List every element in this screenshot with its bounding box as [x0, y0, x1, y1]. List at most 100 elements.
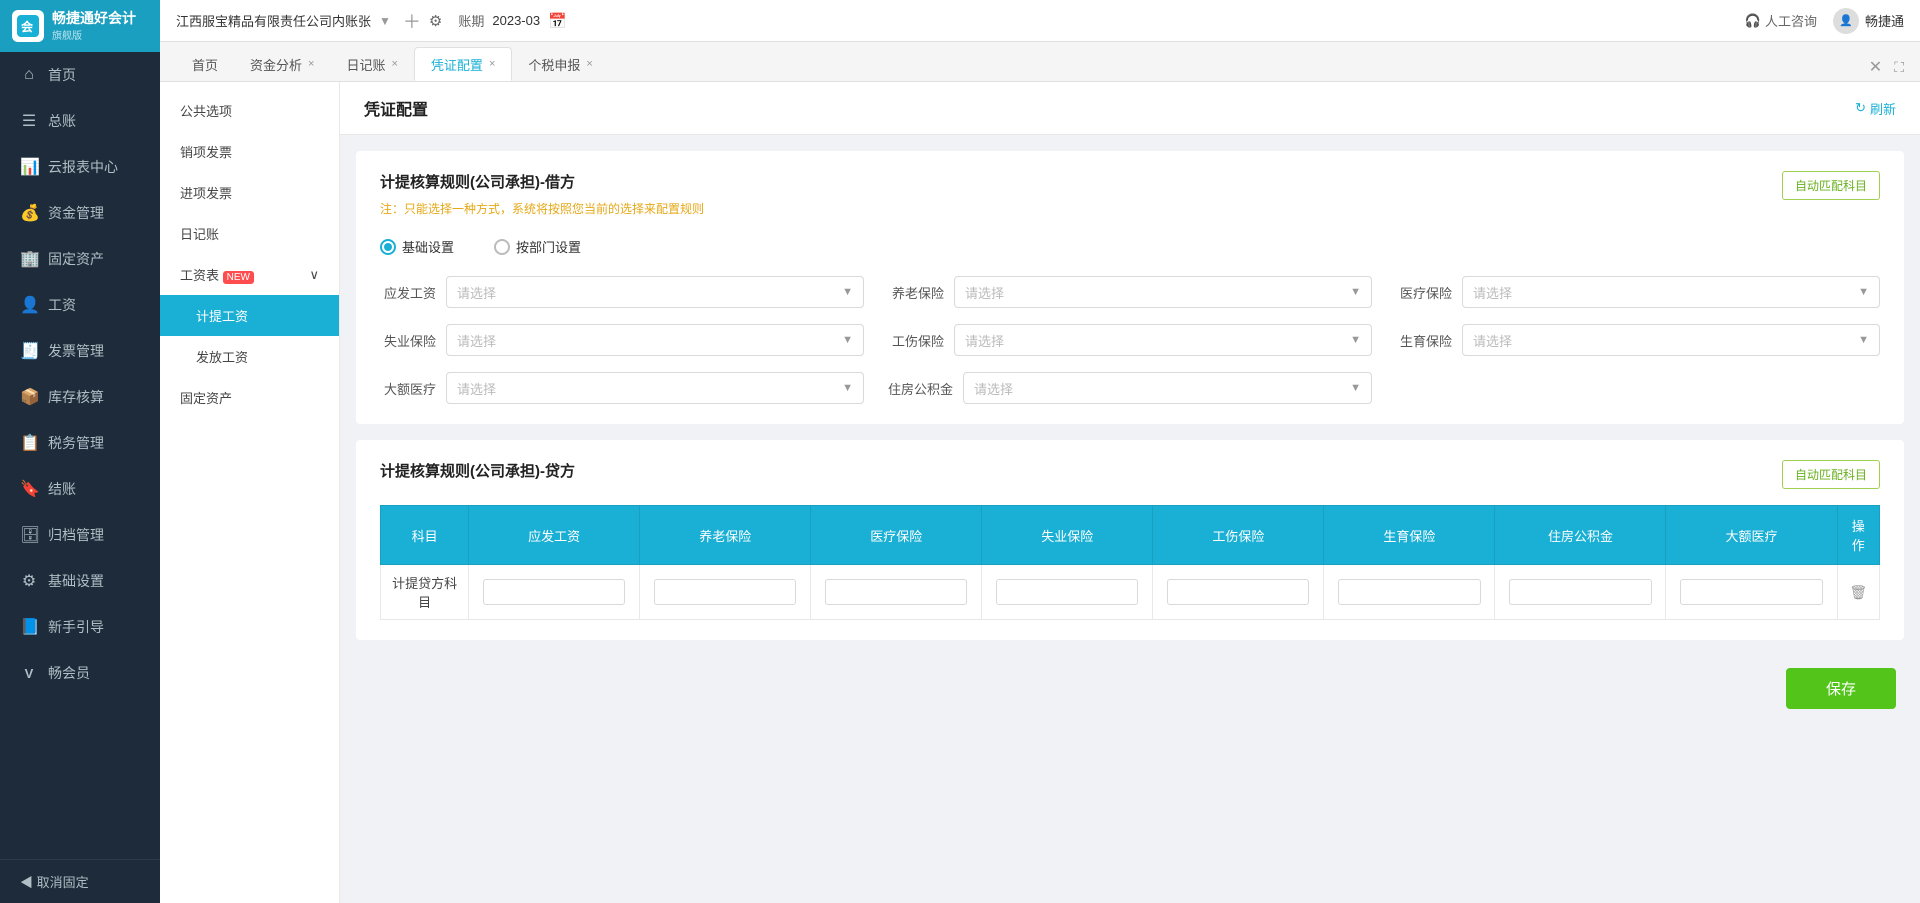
tab-home-label: 首页 — [192, 55, 218, 74]
app-name: 畅捷通好会计 — [52, 10, 136, 27]
input-credit-shiye[interactable] — [996, 579, 1138, 605]
delete-row-icon[interactable]: 🗑 — [1849, 584, 1867, 600]
sidebar-item-archive[interactable]: 🗄 归档管理 — [0, 512, 160, 558]
menu-item-fixed-assets[interactable]: 固定资产 — [160, 377, 339, 418]
form-item-gongjijin: 住房公积金 请选择 ▼ — [888, 372, 1372, 404]
menu-item-accrual[interactable]: 计提工资 — [160, 295, 339, 336]
menu-item-purchase-invoice[interactable]: 进项发票 — [160, 172, 339, 213]
radio-basic-circle — [380, 239, 396, 255]
tab-voucher-label: 凭证配置 — [431, 55, 483, 74]
sidebar-item-funds[interactable]: 💰 资金管理 — [0, 190, 160, 236]
select-gongshang[interactable]: 请选择 ▼ — [954, 324, 1372, 356]
save-button[interactable]: 保存 — [1786, 668, 1896, 709]
service-label: 人工咨询 — [1765, 11, 1817, 30]
tab-funds[interactable]: 资金分析 × — [234, 47, 330, 81]
menu-item-public[interactable]: 公共选项 — [160, 90, 339, 131]
page-content: 凭证配置 ↻ 刷新 计提核算规则(公司承担)-借方 注：只能选择一种方式，系统将… — [340, 82, 1920, 903]
tab-voucher-close[interactable]: × — [489, 58, 495, 70]
service-button[interactable]: 🎧 人工咨询 — [1745, 11, 1817, 30]
tab-home[interactable]: 首页 — [176, 47, 234, 81]
th-yiliao: 医疗保险 — [811, 506, 982, 565]
sidebar-item-guide[interactable]: 📘 新手引导 — [0, 604, 160, 650]
select-daejiliao[interactable]: 请选择 ▼ — [446, 372, 864, 404]
select-yanglao[interactable]: 请选择 ▼ — [954, 276, 1372, 308]
user-menu[interactable]: 👤 畅捷通 — [1833, 8, 1904, 34]
chevron-shengyu: ▼ — [1858, 334, 1869, 346]
radio-basic[interactable]: 基础设置 — [380, 237, 454, 256]
company-dropdown-icon[interactable]: ▼ — [379, 14, 391, 28]
cell-gongshang — [1153, 565, 1324, 620]
close-panel-icon[interactable]: ✕ — [1869, 57, 1882, 77]
debit-auto-match-button[interactable]: 自动匹配科目 — [1782, 171, 1880, 200]
input-credit-shengyu[interactable] — [1338, 579, 1480, 605]
select-shengyu[interactable]: 请选择 ▼ — [1462, 324, 1880, 356]
fullscreen-icon[interactable]: ⛶ — [1894, 59, 1904, 76]
input-credit-gongshang[interactable] — [1167, 579, 1309, 605]
select-yanglao-placeholder: 请选择 — [965, 283, 1004, 302]
radio-dept-label: 按部门设置 — [516, 237, 581, 256]
sidebar-item-tax[interactable]: 📋 税务管理 — [0, 420, 160, 466]
select-yingfa[interactable]: 请选择 ▼ — [446, 276, 864, 308]
menu-item-journal[interactable]: 日记账 — [160, 213, 339, 254]
menu-group-salary-table[interactable]: 工资表 NEW ∨ — [160, 254, 339, 295]
label-daejiliao: 大额医疗 — [380, 379, 436, 398]
select-yiliao-placeholder: 请选择 — [1473, 283, 1512, 302]
settings-gear-icon[interactable]: ⚙ — [429, 12, 442, 30]
sidebar-item-assets[interactable]: 🏢 固定资产 — [0, 236, 160, 282]
sidebar-item-inventory[interactable]: 📦 库存核算 — [0, 374, 160, 420]
sidebar-label-ledger: 总账 — [48, 111, 76, 131]
main-area: 江西服宝精品有限责任公司内账张 ▼ ＋ ⚙ 账期 2023-03 📅 🎧 人工咨… — [160, 0, 1920, 903]
radio-department[interactable]: 按部门设置 — [494, 237, 581, 256]
credit-section: 计提核算规则(公司承担)-贷方 自动匹配科目 科目 应发工资 养老保险 医疗保险… — [356, 440, 1904, 640]
tab-journal-close[interactable]: × — [391, 58, 397, 70]
unpin-button[interactable]: ◀ 取消固定 — [0, 859, 160, 903]
sidebar-item-reports[interactable]: 📊 云报表中心 — [0, 144, 160, 190]
sidebar-item-settings[interactable]: ⚙ 基础设置 — [0, 558, 160, 604]
radio-dept-circle — [494, 239, 510, 255]
credit-header-row: 计提核算规则(公司承担)-贷方 自动匹配科目 — [380, 460, 1880, 501]
refresh-icon: ↻ — [1855, 100, 1866, 116]
input-credit-yingfa[interactable] — [483, 579, 625, 605]
sidebar-label-funds: 资金管理 — [48, 203, 104, 223]
sidebar-item-settle[interactable]: 🔖 结账 — [0, 466, 160, 512]
credit-auto-match-button[interactable]: 自动匹配科目 — [1782, 460, 1880, 489]
input-credit-daejiliao[interactable] — [1680, 579, 1822, 605]
label-gongshang: 工伤保险 — [888, 331, 944, 350]
sidebar-item-invoice[interactable]: 🧾 发票管理 — [0, 328, 160, 374]
label-shiye: 失业保险 — [380, 331, 436, 350]
select-shengyu-placeholder: 请选择 — [1473, 331, 1512, 350]
input-credit-yanglao[interactable] — [654, 579, 796, 605]
sidebar-item-home[interactable]: ⌂ 首页 — [0, 52, 160, 98]
cell-shiye — [982, 565, 1153, 620]
topbar-right: 🎧 人工咨询 👤 畅捷通 — [1745, 8, 1904, 34]
tab-tax-label: 个税申报 — [528, 55, 580, 74]
add-tab-button[interactable]: ＋ — [403, 8, 421, 34]
tab-tax-return[interactable]: 个税申报 × — [512, 47, 608, 81]
tab-journal[interactable]: 日记账 × — [330, 47, 413, 81]
sidebar-item-salary[interactable]: 👤 工资 — [0, 282, 160, 328]
debit-header-row: 计提核算规则(公司承担)-借方 注：只能选择一种方式，系统将按照您当前的选择来配… — [380, 171, 1880, 233]
select-gongjijin[interactable]: 请选择 ▼ — [963, 372, 1372, 404]
calendar-icon[interactable]: 📅 — [548, 12, 567, 30]
select-daejiliao-placeholder: 请选择 — [457, 379, 496, 398]
input-credit-gongjijin[interactable] — [1509, 579, 1651, 605]
sidebar-item-ledger[interactable]: ☰ 总账 — [0, 98, 160, 144]
select-shiye[interactable]: 请选择 ▼ — [446, 324, 864, 356]
form-item-yiliao: 医疗保险 请选择 ▼ — [1396, 276, 1880, 308]
menu-item-sales-invoice[interactable]: 销项发票 — [160, 131, 339, 172]
tab-funds-close[interactable]: × — [308, 58, 314, 70]
sidebar-label-tax: 税务管理 — [48, 433, 104, 453]
sidebar-item-member[interactable]: V 畅会员 — [0, 650, 160, 696]
company-name: 江西服宝精品有限责任公司内账张 — [176, 11, 371, 30]
select-shiye-placeholder: 请选择 — [457, 331, 496, 350]
menu-item-pay-salary[interactable]: 发放工资 — [160, 336, 339, 377]
input-credit-yiliao[interactable] — [825, 579, 967, 605]
refresh-button[interactable]: ↻ 刷新 — [1855, 99, 1896, 118]
sidebar-label-settings: 基础设置 — [48, 571, 104, 591]
label-yingfa: 应发工资 — [380, 283, 436, 302]
app-edition: 旗舰版 — [52, 27, 136, 42]
tab-voucher-config[interactable]: 凭证配置 × — [414, 47, 512, 81]
chevron-yanglao: ▼ — [1350, 286, 1361, 298]
select-yiliao[interactable]: 请选择 ▼ — [1462, 276, 1880, 308]
tab-tax-close[interactable]: × — [586, 58, 592, 70]
